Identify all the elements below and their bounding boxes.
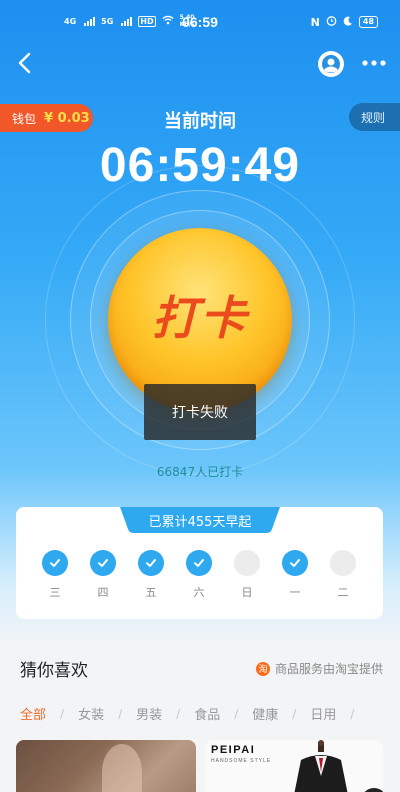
category-tab[interactable]: 日用 — [310, 704, 336, 723]
category-separator: / — [176, 706, 181, 721]
check-in-count: 66847人已打卡 — [156, 465, 244, 479]
streak-day: 日 — [234, 550, 260, 600]
battery-icon: 48 — [358, 16, 378, 28]
check-in-label: 打卡 — [152, 291, 248, 345]
streak-day-label: 二 — [337, 586, 349, 599]
product-card-1[interactable] — [16, 740, 196, 792]
recommend-title: 猜你喜欢 — [20, 661, 88, 681]
day-checked-icon — [42, 550, 68, 576]
more-icon — [362, 60, 386, 66]
avatar-icon — [322, 55, 340, 73]
day-checked-icon — [282, 550, 308, 576]
streak-day-label: 日 — [241, 586, 253, 599]
back-button[interactable] — [14, 50, 38, 76]
product-brand-title: PEIPAI — [211, 744, 256, 756]
current-time-label: 当前时间 — [164, 111, 236, 132]
streak-title-tag: 已累计455天早起 — [120, 507, 280, 533]
day-unchecked-icon — [330, 550, 356, 576]
category-separator: / — [292, 706, 297, 721]
category-tab[interactable]: 健康 — [252, 704, 278, 723]
status-bar: 4G 5G HD 5.40 KB/s 06:59 N 48 — [0, 0, 400, 38]
category-separator: / — [350, 706, 355, 721]
taobao-icon: 淘 — [255, 661, 270, 676]
streak-day: 二 — [330, 550, 356, 600]
streak-day-label: 五 — [145, 586, 157, 599]
category-tab[interactable]: 全部 — [20, 704, 46, 723]
more-menu-button[interactable] — [358, 53, 390, 73]
alarm-icon — [326, 15, 337, 29]
status-right-icons: N 48 — [311, 15, 378, 29]
day-checked-icon — [90, 550, 116, 576]
streak-day: 五 — [138, 550, 164, 600]
product-card-2[interactable]: PEIPAI HANDSOME STYLE — [205, 740, 383, 792]
check-in-failed-toast: 打卡失败 — [144, 384, 256, 440]
streak-day-label: 一 — [289, 586, 301, 599]
category-separator: / — [234, 706, 239, 721]
provider-note: 淘 商品服务由淘宝提供 — [255, 660, 383, 677]
streak-title: 已累计455天早起 — [148, 514, 252, 530]
streak-day-label: 三 — [49, 586, 61, 599]
category-tab[interactable]: 女装 — [78, 704, 104, 723]
category-tab[interactable]: 食品 — [194, 704, 220, 723]
streak-day: 六 — [186, 550, 212, 600]
day-checked-icon — [138, 550, 164, 576]
streak-card: 已累计455天早起 三 四 五 六 日 一 二 — [16, 507, 383, 619]
product-image-1 — [102, 744, 142, 792]
streak-day: 三 — [42, 550, 68, 600]
suit-mannequin-image — [294, 740, 348, 792]
provider-text: 商品服务由淘宝提供 — [274, 662, 383, 676]
streak-day-label: 六 — [193, 586, 205, 599]
category-separator: / — [118, 706, 123, 721]
mini-app-avatar[interactable] — [318, 51, 344, 77]
day-checked-icon — [186, 550, 212, 576]
category-separator: / — [60, 706, 65, 721]
nfc-icon: N — [310, 15, 320, 29]
moon-icon — [343, 16, 353, 29]
category-tab[interactable]: 男装 — [136, 704, 162, 723]
day-unchecked-icon — [234, 550, 260, 576]
streak-day: 四 — [90, 550, 116, 600]
streak-day-label: 四 — [97, 586, 109, 599]
product-brand-subtitle: HANDSOME STYLE — [211, 758, 272, 764]
streak-day: 一 — [282, 550, 308, 600]
category-tabs: 全部 / 女装 / 男装 / 食品 / 健康 / 日用 / — [20, 704, 368, 724]
